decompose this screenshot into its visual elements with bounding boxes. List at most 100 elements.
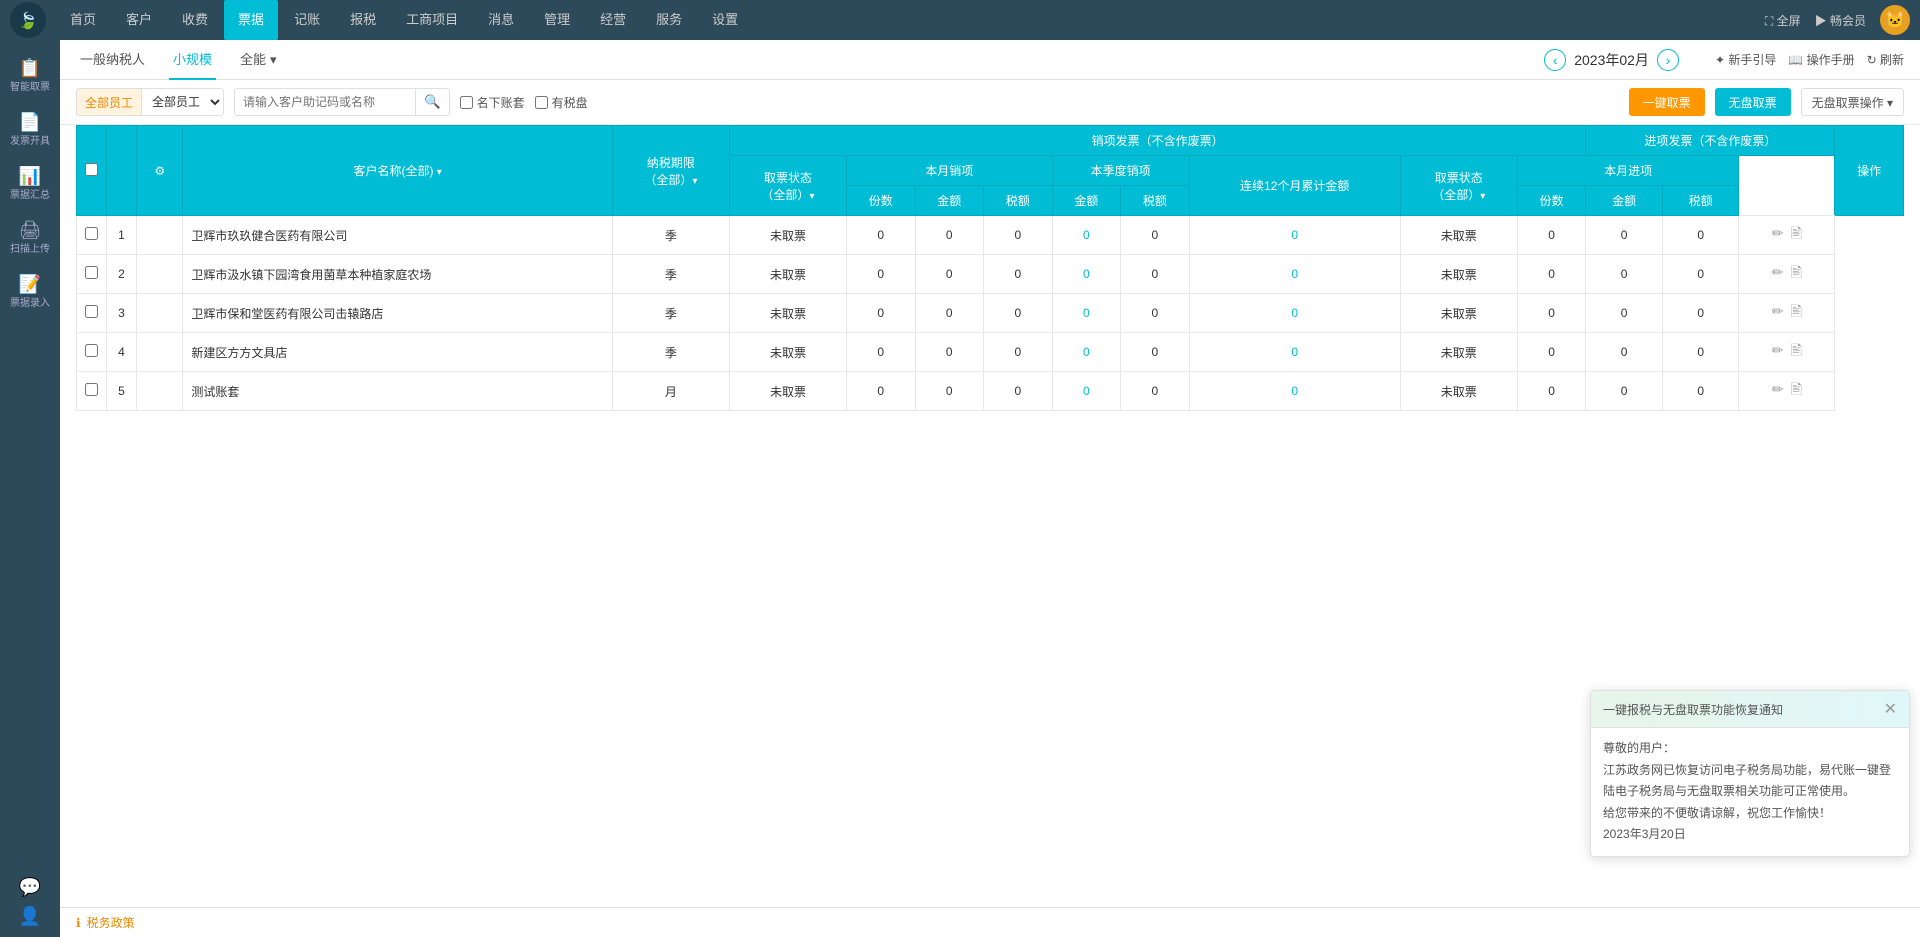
checkbox-sub-account[interactable]: 名下账套 [460,94,525,111]
cumulative-link[interactable]: 0 [1291,228,1298,242]
nav-bookkeeping[interactable]: 记账 [280,0,334,40]
sidebar-item-smart-ticket[interactable]: 📋 智能取票 [0,50,60,102]
row-checkbox[interactable] [85,266,98,279]
view-icon[interactable]: 🖹 [1791,303,1802,319]
tab-small-scale[interactable]: 小规模 [169,40,216,80]
row-month-sales-amount: 0 [915,333,984,372]
quarter-amount-link[interactable]: 0 [1083,306,1090,320]
view-icon[interactable]: 🖹 [1791,381,1802,397]
cumulative-link[interactable]: 0 [1291,306,1298,320]
row-checkbox[interactable] [85,227,98,240]
tab-all-capable[interactable]: 全能 ▾ [236,40,281,80]
row-checkbox[interactable] [85,383,98,396]
row-input-status: 未取票 [1400,333,1517,372]
tax-policy-label[interactable]: 税务政策 [87,914,135,931]
app-logo[interactable]: 🍃 [10,2,46,38]
sub-account-checkbox[interactable] [460,96,473,109]
sidebar-item-scan-upload[interactable]: 🖨 扫描上传 [0,212,60,264]
manual-btn[interactable]: 📖 操作手册 [1788,51,1854,68]
quarter-amount-link[interactable]: 0 [1083,345,1090,359]
edit-icon[interactable]: ✏ [1772,225,1784,241]
nav-business[interactable]: 工商项目 [392,0,472,40]
sidebar-item-invoice-entry[interactable]: 📝 票据录入 [0,266,60,318]
member-btn[interactable]: ▶ 畅会员 [1815,12,1866,29]
row-month-sales-tax: 0 [984,255,1053,294]
row-month-input-qty: 0 [1517,294,1586,333]
view-icon[interactable]: 🖹 [1791,225,1802,241]
sidebar-bottom: 💬 👤 [19,877,41,927]
one-click-ticket-btn[interactable]: 一键取票 [1629,88,1705,116]
th-month-input: 本月进项 [1517,156,1739,186]
toolbar: 全部员工 全部员工 🔍 名下账套 有税盘 一键取票 无盘取票 无盘取票操作 ▾ [60,80,1920,125]
bottom-bar[interactable]: ℹ 税务政策 [60,907,1920,937]
nav-right: ⛶ 全屏 ▶ 畅会员 🐱 [1765,5,1910,35]
th-checkbox [77,126,107,216]
employee-select-group[interactable]: 全部员工 全部员工 [76,88,224,116]
period-prev-btn[interactable]: ‹ [1544,49,1566,71]
guide-btn[interactable]: ✦ 新手引导 [1715,51,1776,68]
nav-customer[interactable]: 客户 [112,0,166,40]
edit-icon[interactable]: ✏ [1772,381,1784,397]
notification-close-btn[interactable]: ✕ [1884,699,1897,719]
row-checkbox-cell [77,333,107,372]
row-month-input-qty: 0 [1517,216,1586,255]
edit-icon[interactable]: ✏ [1772,303,1784,319]
row-tax-period: 季 [612,333,729,372]
user-avatar[interactable]: 🐱 [1880,5,1910,35]
row-quarter-sales-tax: 0 [1121,372,1190,411]
sub-header: 一般纳税人 小规模 全能 ▾ ‹ 2023年02月 › ✦ 新手引导 📖 操作手… [60,40,1920,80]
nav-message[interactable]: 消息 [474,0,528,40]
nav-items: 首页 客户 收费 票据 记账 报税 工商项目 消息 管理 经营 服务 设置 [56,0,1765,40]
row-tax-period: 月 [612,372,729,411]
fullscreen-btn[interactable]: ⛶ 全屏 [1765,12,1801,29]
nav-manage[interactable]: 管理 [530,0,584,40]
row-month-input-qty: 0 [1517,372,1586,411]
tab-general-taxpayer[interactable]: 一般纳税人 [76,40,149,80]
edit-icon[interactable]: ✏ [1772,264,1784,280]
edit-icon[interactable]: ✏ [1772,342,1784,358]
has-tax-disk-checkbox[interactable] [535,96,548,109]
nav-invoice[interactable]: 票据 [224,0,278,40]
th-month-sales-amount: 金额 [915,186,984,216]
cumulative-link[interactable]: 0 [1291,384,1298,398]
employee-select[interactable]: 全部员工 [142,89,223,115]
search-button[interactable]: 🔍 [415,89,449,115]
period-navigation: ‹ 2023年02月 › [1544,49,1679,71]
profile-icon[interactable]: 👤 [19,906,41,927]
checkbox-has-tax-disk[interactable]: 有税盘 [535,94,588,111]
message-icon[interactable]: 💬 [19,877,41,898]
row-month-input-tax: 0 [1662,372,1739,411]
sidebar-item-invoice-summary[interactable]: 📊 票据汇总 [0,158,60,210]
nav-fee[interactable]: 收费 [168,0,222,40]
quarter-amount-link[interactable]: 0 [1083,267,1090,281]
cumulative-link[interactable]: 0 [1291,267,1298,281]
nav-tax[interactable]: 报税 [336,0,390,40]
th-quarter-sales-amount: 金额 [1052,186,1121,216]
quarter-amount-link[interactable]: 0 [1083,228,1090,242]
row-index: 1 [107,216,137,255]
view-icon[interactable]: 🖹 [1791,342,1802,358]
top-navigation: 🍃 首页 客户 收费 票据 记账 报税 工商项目 消息 管理 经营 服务 设置 … [0,0,1920,40]
select-all-checkbox[interactable] [85,163,98,176]
row-checkbox[interactable] [85,344,98,357]
view-icon[interactable]: 🖹 [1791,264,1802,280]
refresh-btn[interactable]: ↻ 刷新 [1867,51,1904,68]
nav-settings[interactable]: 设置 [698,0,752,40]
nav-service[interactable]: 服务 [642,0,696,40]
sidebar-item-invoice-issue[interactable]: 📄 发票开具 [0,104,60,156]
nav-home[interactable]: 首页 [56,0,110,40]
notification-popup: 一键报税与无盘取票功能恢复通知 ✕ 尊敬的用户： 江苏政务网已恢复访问电子税务局… [1590,690,1910,857]
tax-policy-icon: ℹ [76,916,81,930]
table-row: 4 新建区方方文具店 季 未取票 0 0 0 0 0 0 未取票 0 0 0 ✏… [77,333,1904,372]
period-next-btn[interactable]: › [1657,49,1679,71]
th-sales-invoice-group: 销项发票（不含作废票） [729,126,1585,156]
search-input[interactable] [235,89,415,115]
row-checkbox[interactable] [85,305,98,318]
smart-ticket-icon: 📋 [19,58,41,79]
cumulative-link[interactable]: 0 [1291,345,1298,359]
diskless-ticket-dropdown-btn[interactable]: 无盘取票操作 ▾ [1801,88,1904,116]
diskless-ticket-btn[interactable]: 无盘取票 [1715,88,1791,116]
nav-operations[interactable]: 经营 [586,0,640,40]
quarter-amount-link[interactable]: 0 [1083,384,1090,398]
header-right-actions: ✦ 新手引导 📖 操作手册 ↻ 刷新 [1715,51,1904,68]
